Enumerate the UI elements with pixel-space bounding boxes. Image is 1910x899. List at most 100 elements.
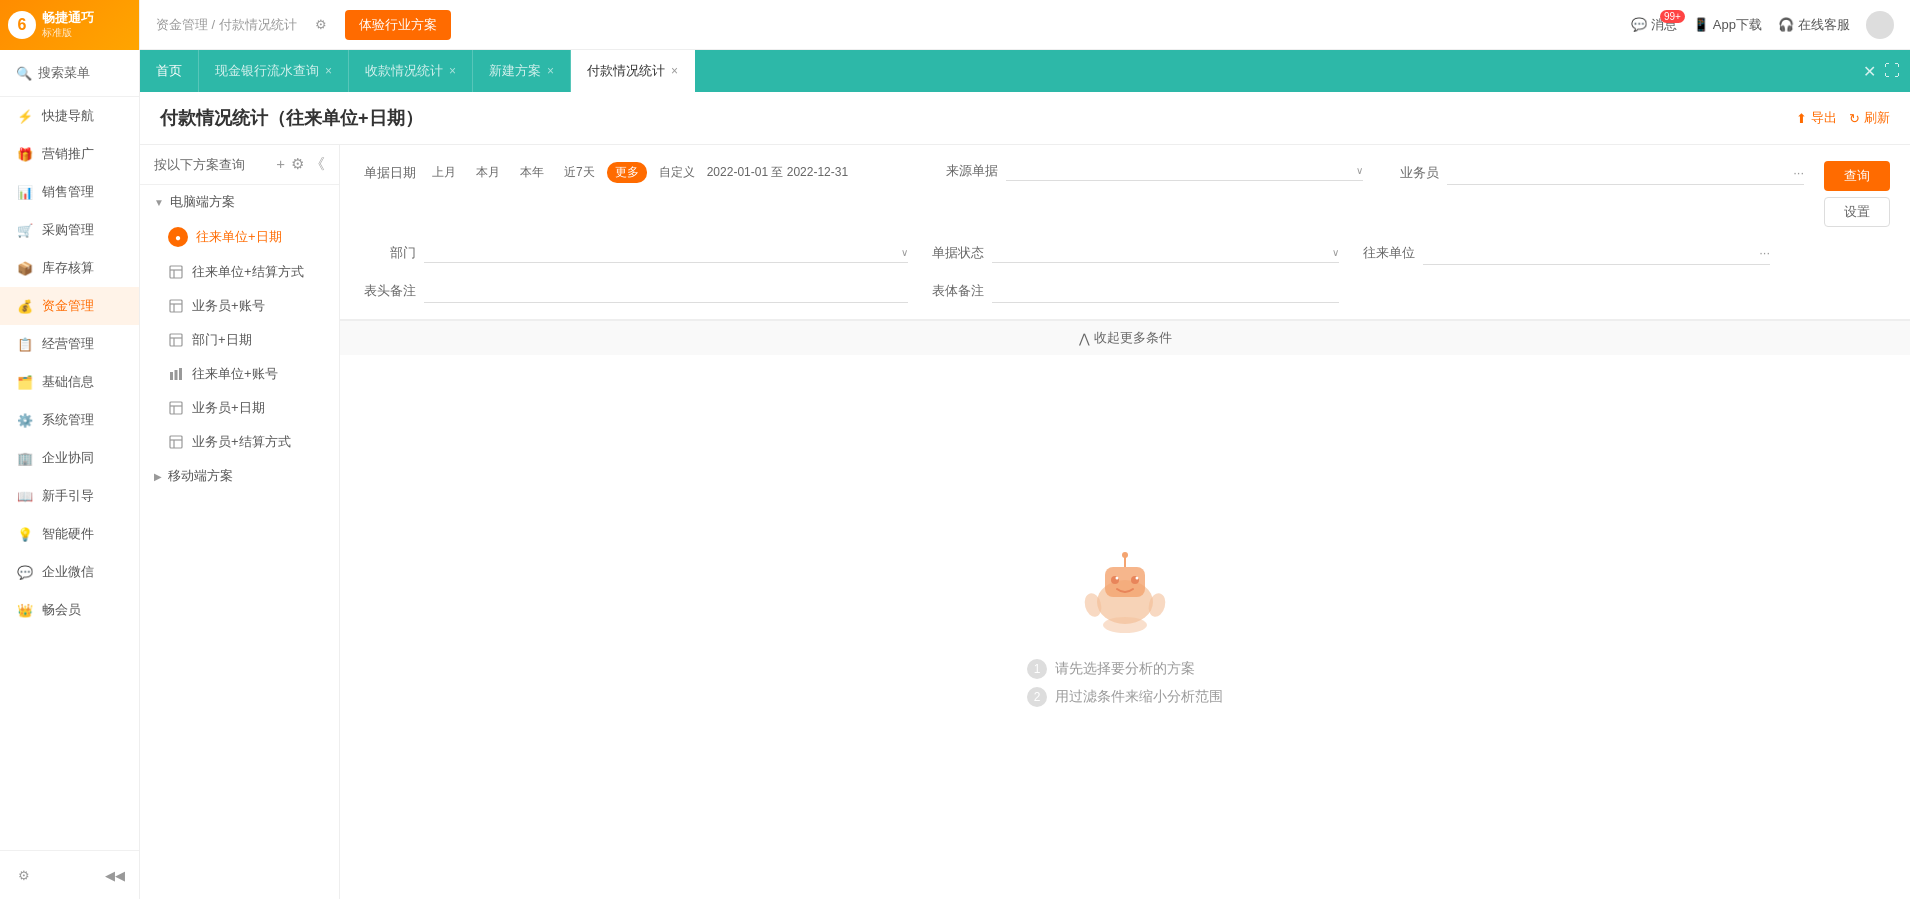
mobile-group-title[interactable]: ▶ 移动端方案	[140, 459, 339, 493]
sidebar-search: 🔍 搜索菜单	[0, 50, 139, 97]
svg-rect-15	[170, 436, 182, 448]
voucher-status-group: 单据状态 ∨	[908, 243, 1339, 263]
sidebar-item-corp[interactable]: 🏢 企业协同	[0, 439, 139, 477]
app-download-btn[interactable]: 📱 App下载	[1693, 16, 1762, 34]
date-more-btn[interactable]: 更多	[607, 162, 647, 183]
plan-item-unit-payment[interactable]: 往来单位+结算方式	[140, 255, 339, 289]
mobile-group-arrow: ▶	[154, 471, 162, 482]
message-btn[interactable]: 💬 消息 99+	[1631, 16, 1677, 34]
empty-tip-1: 1 请先选择要分析的方案	[1027, 659, 1223, 679]
plan-staff-payment-label: 业务员+结算方式	[192, 433, 291, 451]
right-panel: 单据日期 上月 本月 本年 近7天 更多 自定义 2022-01-01 至 20…	[340, 145, 1910, 899]
home-tab-label: 首页	[156, 62, 182, 80]
sidebar-item-operation[interactable]: 📋 经营管理	[0, 325, 139, 363]
maximize-btn[interactable]: ⛶	[1884, 62, 1900, 80]
related-unit-more-icon[interactable]: ···	[1759, 245, 1770, 260]
sidebar-item-guide[interactable]: 📖 新手引导	[0, 477, 139, 515]
receive-stats-close-btn[interactable]: ×	[449, 64, 456, 78]
collapse-bar: ⋀ 收起更多条件	[340, 320, 1910, 355]
date-7days-btn[interactable]: 近7天	[556, 161, 603, 184]
pay-stats-close-btn[interactable]: ×	[671, 64, 678, 78]
collapse-panel-btn[interactable]: 《	[310, 155, 325, 174]
action-buttons: 查询 设置	[1804, 161, 1890, 227]
voucher-status-select[interactable]: ∨	[992, 243, 1339, 263]
sidebar-item-purchase[interactable]: 🛒 采购管理	[0, 211, 139, 249]
date-this-month-btn[interactable]: 本月	[468, 161, 508, 184]
table-icon-2	[168, 298, 184, 314]
plan-item-staff-date[interactable]: 业务员+日期	[140, 391, 339, 425]
plan-item-staff-payment[interactable]: 业务员+结算方式	[140, 425, 339, 459]
body-note-input[interactable]	[992, 279, 1339, 303]
export-btn[interactable]: ⬆ 导出	[1796, 109, 1837, 127]
topbar: 资金管理 / 付款情况统计 ⚙ 体验行业方案 💬 消息 99+ 📱 App下载 …	[140, 0, 1910, 50]
table-icon-3	[168, 332, 184, 348]
export-icon: ⬆	[1796, 111, 1807, 126]
search-icon: 🔍	[16, 66, 32, 81]
sidebar-item-finance[interactable]: 💰 资金管理	[0, 287, 139, 325]
tab-cash-flow[interactable]: 现金银行流水查询 ×	[199, 50, 349, 92]
tip-1-text: 请先选择要分析的方案	[1055, 660, 1195, 678]
filter-settings-btn[interactable]: 设置	[1824, 197, 1890, 227]
collapse-more-btn[interactable]: ⋀ 收起更多条件	[1079, 329, 1172, 347]
plan-item-dept-date[interactable]: 部门+日期	[140, 323, 339, 357]
desktop-group-arrow: ▼	[154, 197, 164, 208]
sidebar-item-marketing[interactable]: 🎁 营销推广	[0, 135, 139, 173]
app-download-label: App下载	[1713, 16, 1762, 34]
corp-icon: 🏢	[16, 449, 34, 467]
source-filter-label: 来源单据	[942, 162, 998, 180]
svg-rect-3	[170, 300, 182, 312]
sidebar-item-member[interactable]: 👑 畅会员	[0, 591, 139, 629]
collapse-arrow-icon: ⋀	[1079, 331, 1090, 346]
plan-item-unit-date[interactable]: ● 往来单位+日期	[140, 219, 339, 255]
search-menu-label: 搜索菜单	[38, 64, 90, 82]
date-last-month-btn[interactable]: 上月	[424, 161, 464, 184]
svg-point-25	[1122, 552, 1128, 558]
search-menu-item[interactable]: 🔍 搜索菜单	[8, 58, 131, 88]
sidebar-item-sales[interactable]: 📊 销售管理	[0, 173, 139, 211]
user-avatar[interactable]	[1866, 11, 1894, 39]
salesman-more-icon[interactable]: ···	[1793, 165, 1804, 180]
online-service-btn[interactable]: 🎧 在线客服	[1778, 16, 1850, 34]
tab-home[interactable]: 首页	[140, 50, 199, 92]
filter-row-2: 部门 ∨ 单据状态 ∨ 往来单位	[360, 241, 1890, 265]
new-plan-close-btn[interactable]: ×	[547, 64, 554, 78]
sidebar-item-hardware[interactable]: 💡 智能硬件	[0, 515, 139, 553]
trial-btn[interactable]: 体验行业方案	[345, 10, 451, 40]
sidebar-item-quick-nav[interactable]: ⚡ 快捷导航	[0, 97, 139, 135]
plan-staff-account-label: 业务员+账号	[192, 297, 265, 315]
plan-settings-btn[interactable]: ⚙	[291, 155, 304, 174]
cash-flow-close-btn[interactable]: ×	[325, 64, 332, 78]
close-all-tabs-btn[interactable]: ✕	[1863, 62, 1876, 81]
sidebar-item-wechat[interactable]: 💬 企业微信	[0, 553, 139, 591]
plan-item-unit-account[interactable]: 往来单位+账号	[140, 357, 339, 391]
date-custom-btn[interactable]: 自定义	[651, 161, 703, 184]
settings-footer-btn[interactable]: ⚙	[10, 861, 38, 889]
filter-row-3: 表头备注 表体备注	[360, 279, 1890, 303]
salesman-filter-group: 业务员 ···	[1363, 161, 1804, 185]
header-note-input[interactable]	[424, 279, 908, 303]
source-select[interactable]: ∨	[1006, 161, 1363, 181]
sidebar-item-basic[interactable]: 🗂️ 基础信息	[0, 363, 139, 401]
left-panel-actions: + ⚙ 《	[276, 155, 325, 174]
left-panel-title: 按以下方案查询	[154, 156, 245, 174]
pay-stats-tab-label: 付款情况统计	[587, 62, 665, 80]
tab-new-plan[interactable]: 新建方案 ×	[473, 50, 571, 92]
svg-rect-12	[170, 402, 182, 414]
add-plan-btn[interactable]: +	[276, 155, 285, 174]
desktop-group-title[interactable]: ▼ 电脑端方案	[140, 185, 339, 219]
query-btn[interactable]: 查询	[1824, 161, 1890, 191]
topbar-settings-btn[interactable]: ⚙	[307, 11, 335, 39]
tab-receive-stats[interactable]: 收款情况统计 ×	[349, 50, 473, 92]
svg-rect-0	[170, 266, 182, 278]
sidebar-item-inventory[interactable]: 📦 库存核算	[0, 249, 139, 287]
refresh-btn[interactable]: ↻ 刷新	[1849, 109, 1890, 127]
dept-select[interactable]: ∨	[424, 243, 908, 263]
left-panel: 按以下方案查询 + ⚙ 《 ▼ 电脑端方案 ● 往来单位+日期	[140, 145, 340, 899]
date-this-year-btn[interactable]: 本年	[512, 161, 552, 184]
tab-pay-stats[interactable]: 付款情况统计 ×	[571, 50, 695, 92]
sidebar-item-system[interactable]: ⚙️ 系统管理	[0, 401, 139, 439]
active-plan-indicator: ●	[168, 227, 188, 247]
date-range-display: 2022-01-01 至 2022-12-31	[707, 164, 848, 181]
collapse-sidebar-btn[interactable]: ◀◀	[101, 861, 129, 889]
plan-item-staff-account[interactable]: 业务员+账号	[140, 289, 339, 323]
